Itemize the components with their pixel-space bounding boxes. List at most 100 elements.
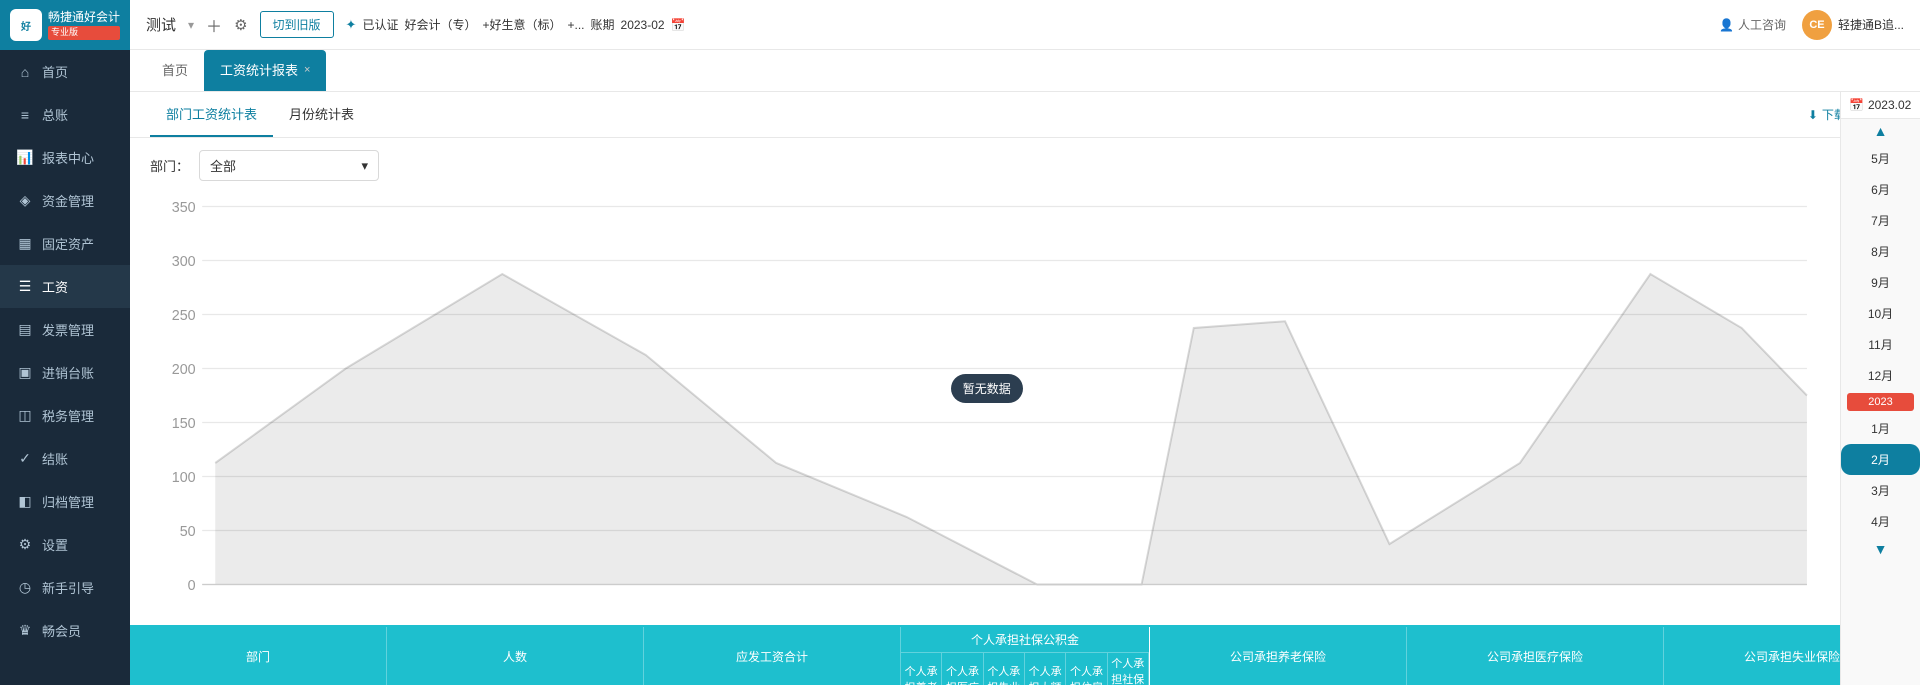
sub-tabs: 部门工资统计表 月份统计表 ⬇ 下载 ↻ 刷新 — [130, 92, 1920, 138]
tabs-bar: 首页 工资统计报表 × — [130, 50, 1920, 92]
table-header-row: 部门 人数 应发工资合计 个人承担社保公积金 个人承担养老保险 个人承担医疗保险 — [130, 625, 1920, 685]
col-company-pension: 公司承担养老保险 — [1150, 627, 1407, 685]
col-personal-total: 个人承担社保公积金合计 — [1108, 653, 1149, 685]
sub-tab-month[interactable]: 月份统计表 — [273, 92, 370, 137]
svg-text:100: 100 — [172, 470, 196, 486]
sidebar-item-guide[interactable]: ◷ 新手引导 — [0, 566, 130, 609]
date-1[interactable]: 1月 — [1841, 413, 1920, 444]
sidebar-item-close[interactable]: ✓ 结账 — [0, 437, 130, 480]
date-10[interactable]: 10月 — [1841, 298, 1920, 329]
col-personal-unemployment: 个人承担失业保险 — [984, 653, 1025, 685]
date-nav-down[interactable]: ▼ — [1841, 537, 1920, 561]
sidebar-item-assets[interactable]: ▦ 固定资产 — [0, 222, 130, 265]
chart-area: 350 300 250 200 150 100 50 0 暂无数据 — [130, 193, 1840, 625]
sidebar-item-member[interactable]: ♛ 畅会员 — [0, 609, 130, 652]
date-11[interactable]: 11月 — [1841, 329, 1920, 360]
svg-text:0: 0 — [188, 578, 196, 594]
user-menu[interactable]: CE 轻捷通B追... — [1802, 10, 1904, 40]
calendar-small-icon: 📅 — [1849, 98, 1864, 112]
topbar-title: 测试 — [146, 14, 176, 35]
sidebar-item-settings[interactable]: ⚙ 设置 — [0, 523, 130, 566]
sidebar-item-salary[interactable]: ☰ 工资 — [0, 265, 130, 308]
svg-text:150: 150 — [172, 416, 196, 432]
group-title-personal: 个人承担社保公积金 — [901, 627, 1149, 653]
dept-select[interactable]: 全部 ▾ — [199, 150, 379, 181]
sidebar-item-invoice[interactable]: ▤ 发票管理 — [0, 308, 130, 351]
col-personal-major-medical: 个人承担大额医疗 — [1025, 653, 1066, 685]
logo-icon: 好 — [10, 9, 42, 41]
home-icon: ⌂ — [16, 64, 34, 80]
settings-icon: ⚙ — [16, 536, 34, 553]
date-5[interactable]: 5月 — [1841, 143, 1920, 174]
svg-text:50: 50 — [180, 524, 196, 540]
sidebar-item-finance[interactable]: ◈ 资金管理 — [0, 179, 130, 222]
col-personal-pension: 个人承担养老保险 — [901, 653, 942, 685]
reports-icon: 📊 — [16, 149, 34, 166]
assets-icon: ▦ — [16, 235, 34, 252]
calendar-icon[interactable]: 📅 — [671, 18, 686, 32]
main-area: 测试 ▾ ＋ ⚙ 切到旧版 ✦ 已认证 好会计（专） +好生意（标） +... … — [130, 0, 1920, 685]
date-panel-header: 📅 2023.02 — [1841, 92, 1920, 119]
date-8[interactable]: 8月 — [1841, 236, 1920, 267]
inventory-icon: ▣ — [16, 364, 34, 381]
date-6[interactable]: 6月 — [1841, 174, 1920, 205]
sidebar-item-archive[interactable]: ◧ 归档管理 — [0, 480, 130, 523]
download-icon: ⬇ — [1808, 108, 1818, 122]
col-personal-medical: 个人承担医疗保险 — [942, 653, 983, 685]
tab-home[interactable]: 首页 — [146, 50, 204, 91]
svg-text:250: 250 — [172, 308, 196, 324]
date-12[interactable]: 12月 — [1841, 360, 1920, 391]
topbar-gear-icon[interactable]: ⚙ — [234, 16, 247, 34]
date-4[interactable]: 4月 — [1841, 506, 1920, 537]
svg-text:200: 200 — [172, 362, 196, 378]
sub-tab-dept[interactable]: 部门工资统计表 — [150, 92, 273, 137]
date-7[interactable]: 7月 — [1841, 205, 1920, 236]
date-9[interactable]: 9月 — [1841, 267, 1920, 298]
topbar: 测试 ▾ ＋ ⚙ 切到旧版 ✦ 已认证 好会计（专） +好生意（标） +... … — [130, 0, 1920, 50]
app-name: 畅捷通好会计 专业版 — [48, 10, 120, 39]
filter-row: 部门： 全部 ▾ — [130, 138, 1920, 193]
dept-filter-label: 部门： — [150, 156, 189, 175]
col-dept: 部门 — [130, 627, 387, 685]
select-arrow-icon: ▾ — [361, 158, 368, 174]
finance-icon: ◈ — [16, 192, 34, 209]
tab-close-icon[interactable]: × — [304, 64, 310, 76]
date-year-badge: 2023 — [1847, 393, 1914, 411]
topbar-add-icon[interactable]: ＋ — [206, 13, 222, 37]
sidebar: 好 畅捷通好会计 专业版 ⌂ 首页 ≡ 总账 📊 报表中心 ◈ 资金管理 ▦ 固… — [0, 0, 130, 685]
content-area: 部门工资统计表 月份统计表 ⬇ 下载 ↻ 刷新 部门： 全部 ▾ — [130, 92, 1920, 685]
svg-text:300: 300 — [172, 254, 196, 270]
date-3[interactable]: 3月 — [1841, 475, 1920, 506]
svg-text:350: 350 — [172, 200, 196, 216]
close-period-icon: ✓ — [16, 450, 34, 467]
col-company-medical: 公司承担医疗保险 — [1407, 627, 1664, 685]
topbar-status: ✦ 已认证 好会计（专） +好生意（标） +... 账期 2023-02 📅 — [346, 16, 686, 33]
username: 轻捷通B追... — [1838, 16, 1904, 33]
sidebar-item-home[interactable]: ⌂ 首页 — [0, 50, 130, 93]
sidebar-item-tax[interactable]: ◫ 税务管理 — [0, 394, 130, 437]
ledger-icon: ≡ — [16, 107, 34, 123]
salary-icon: ☰ — [16, 278, 34, 295]
col-group-personal: 个人承担社保公积金 个人承担养老保险 个人承担医疗保险 个人承担失业保险 个人承… — [901, 627, 1150, 685]
certified-icon: ✦ — [346, 17, 357, 33]
tax-icon: ◫ — [16, 407, 34, 424]
salary-chart: 350 300 250 200 150 100 50 0 — [150, 193, 1820, 625]
topbar-dropdown[interactable]: ▾ — [188, 18, 194, 32]
help-button[interactable]: 👤 人工咨询 — [1719, 16, 1786, 33]
date-2[interactable]: 2月 — [1841, 444, 1920, 475]
app-logo: 好 畅捷通好会计 专业版 — [0, 0, 130, 50]
topbar-right: 👤 人工咨询 CE 轻捷通B追... — [1719, 10, 1904, 40]
member-icon: ♛ — [16, 622, 34, 639]
invoice-icon: ▤ — [16, 321, 34, 338]
date-panel: 📅 2023.02 ▲ 5月 6月 7月 8月 9月 10月 11月 12月 2… — [1840, 92, 1920, 685]
sidebar-item-reports[interactable]: 📊 报表中心 — [0, 136, 130, 179]
sidebar-item-inventory[interactable]: ▣ 进销台账 — [0, 351, 130, 394]
avatar: CE — [1802, 10, 1832, 40]
col-personal-housing-fund: 个人承担住房公积金 — [1066, 653, 1107, 685]
help-icon: 👤 — [1719, 18, 1734, 32]
tab-salary-report[interactable]: 工资统计报表 × — [204, 50, 326, 91]
switch-old-btn[interactable]: 切到旧版 — [260, 11, 334, 38]
sidebar-item-ledger[interactable]: ≡ 总账 — [0, 93, 130, 136]
archive-icon: ◧ — [16, 493, 34, 510]
date-nav-up[interactable]: ▲ — [1841, 119, 1920, 143]
